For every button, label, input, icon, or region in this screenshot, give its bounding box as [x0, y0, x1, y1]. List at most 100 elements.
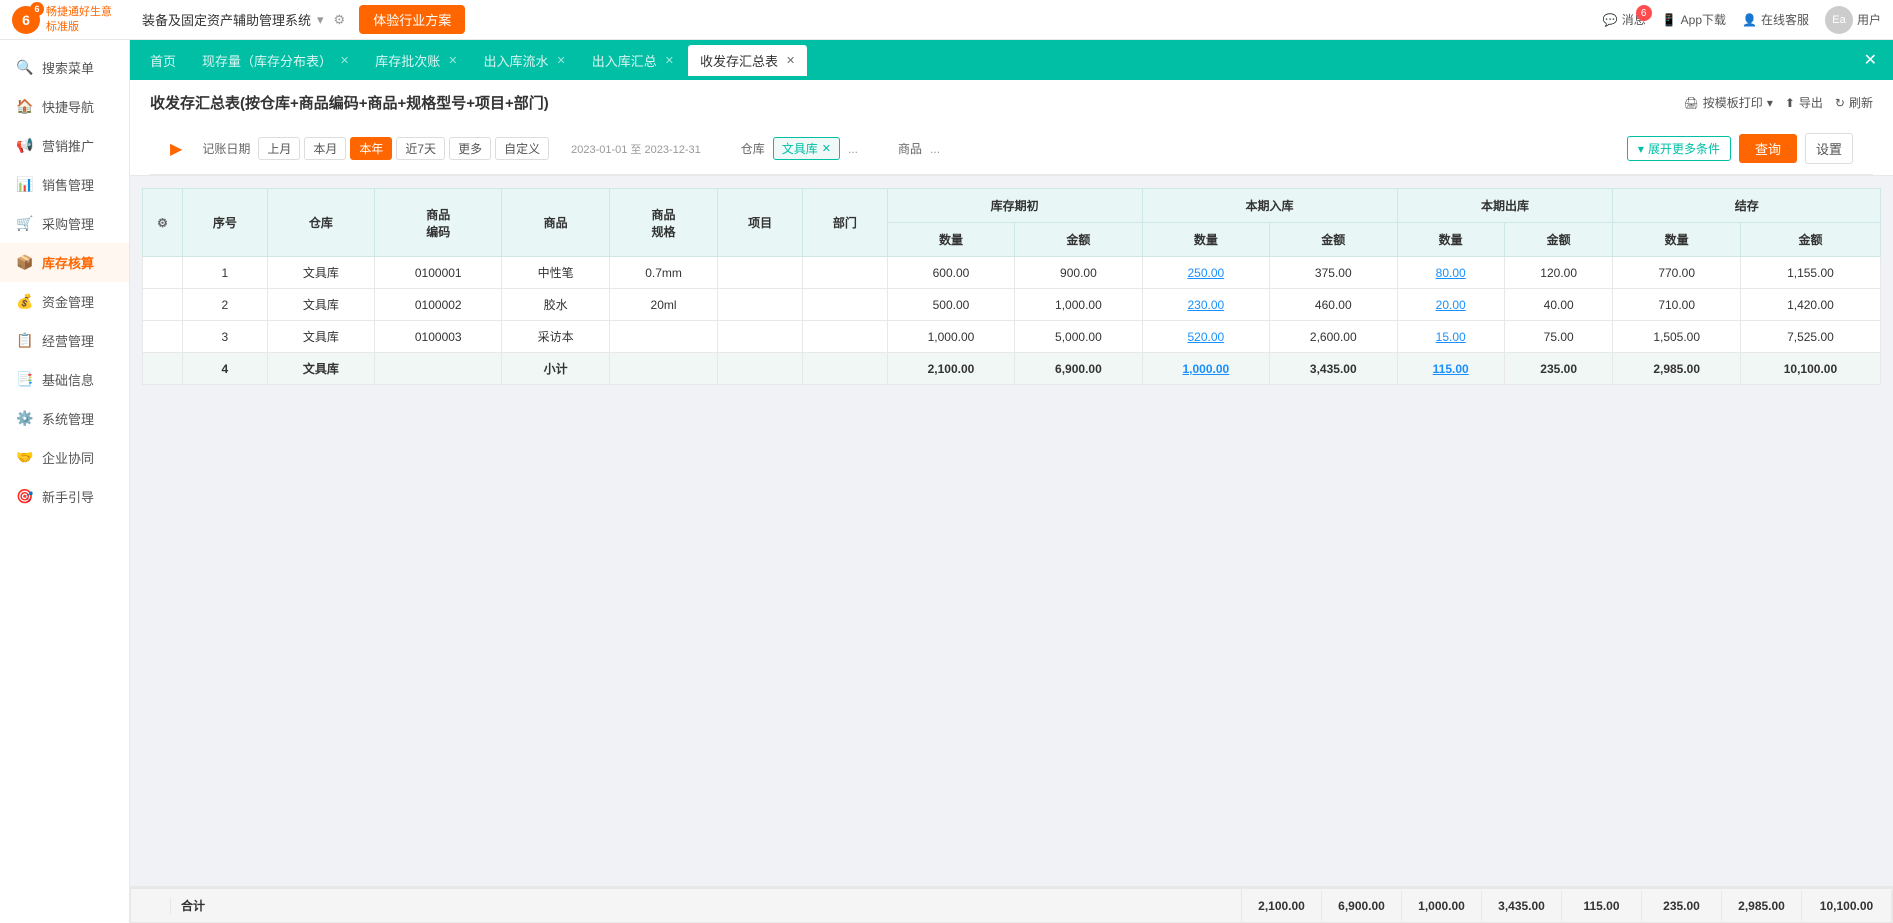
sidebar-item-search[interactable]: 🔍 搜索菜单 — [0, 48, 129, 87]
out-qty-link-1[interactable]: 80.00 — [1397, 257, 1504, 289]
table-row: 3 文具库 0100003 采访本 1,000.00 5,000.00 520.… — [143, 321, 1881, 353]
warehouse-filter-section: 仓库 文具库 ✕ ... — [741, 137, 858, 160]
sidebar-item-basic-info[interactable]: 📑 基础信息 — [0, 360, 129, 399]
tab-bar-close-btn[interactable]: ✕ — [1856, 46, 1885, 74]
out-qty-link-2[interactable]: 20.00 — [1397, 289, 1504, 321]
tab-close-inout-summary[interactable]: ✕ — [665, 54, 674, 67]
page-title: 收发存汇总表(按仓库+商品编码+商品+规格型号+项目+部门) — [150, 92, 549, 113]
in-qty-link-1[interactable]: 250.00 — [1142, 257, 1269, 289]
tab-home[interactable]: 首页 — [138, 45, 188, 76]
logo-badge: 6 — [30, 2, 44, 16]
goods-more-btn[interactable]: ... — [930, 142, 940, 156]
page-actions: 🖨 按模板打印 ▾ ⬆ 导出 ↻ 刷新 — [1684, 94, 1873, 111]
user-btn[interactable]: Ea 用户 — [1825, 6, 1881, 34]
col-setting-th[interactable]: ⚙ — [143, 189, 183, 257]
in-qty-link-3[interactable]: 520.00 — [1142, 321, 1269, 353]
col-out-qty-th: 数量 — [1397, 223, 1504, 257]
sidebar-item-marketing[interactable]: 📢 营销推广 — [0, 126, 129, 165]
page-content: 收发存汇总表(按仓库+商品编码+商品+规格型号+项目+部门) 🖨 按模板打印 ▾… — [130, 80, 1893, 923]
home-icon: 🏠 — [16, 98, 34, 116]
subtotal-out-qty[interactable]: 115.00 — [1397, 353, 1504, 385]
sidebar-item-purchase[interactable]: 🛒 采购管理 — [0, 204, 129, 243]
expand-conditions-btn[interactable]: ▾ 展开更多条件 — [1627, 136, 1731, 161]
sidebar-item-inventory[interactable]: 📦 库存核算 — [0, 243, 129, 282]
finance-icon: 💰 — [16, 293, 34, 311]
warehouse-tag-close[interactable]: ✕ — [822, 142, 831, 155]
col-open-amt-th: 金额 — [1015, 223, 1142, 257]
table-footer: 合计 2,100.00 6,900.00 1,000.00 3,435.00 1… — [130, 886, 1893, 923]
tab-close-batch-account[interactable]: ✕ — [448, 54, 457, 67]
tab-close-inventory-dist[interactable]: ✕ — [340, 54, 349, 67]
sidebar-item-enterprise[interactable]: 🤝 企业协同 — [0, 438, 129, 477]
date-btn-custom[interactable]: 自定义 — [495, 137, 549, 160]
col-code-th: 商品编码 — [375, 189, 502, 257]
query-button[interactable]: 查询 — [1739, 134, 1797, 163]
printer-icon: 🖨 — [1684, 96, 1699, 110]
page-title-row: 收发存汇总表(按仓库+商品编码+商品+规格型号+项目+部门) 🖨 按模板打印 ▾… — [150, 92, 1873, 113]
system-icon: ⚙️ — [16, 410, 34, 428]
col-open-qty-th: 数量 — [887, 223, 1014, 257]
refresh-btn[interactable]: ↻ 刷新 — [1835, 94, 1873, 111]
tab-close-collect-summary[interactable]: ✕ — [786, 54, 795, 67]
message-badge: 6 — [1636, 5, 1652, 21]
app-download-btn[interactable]: 📱 App下载 — [1662, 11, 1726, 28]
date-btn-more[interactable]: 更多 — [449, 137, 491, 160]
sidebar-item-operations[interactable]: 📋 经营管理 — [0, 321, 129, 360]
table-body: 1 文具库 0100001 中性笔 0.7mm 600.00 900.00 25… — [143, 257, 1881, 385]
tab-bar: 首页 现存量（库存分布表） ✕ 库存批次账 ✕ 出入库流水 ✕ 出入库汇总 ✕ … — [130, 40, 1893, 80]
warehouse-more-btn[interactable]: ... — [848, 142, 858, 156]
in-qty-link-2[interactable]: 230.00 — [1142, 289, 1269, 321]
tab-inout-flow[interactable]: 出入库流水 ✕ — [471, 45, 577, 76]
page-header: 收发存汇总表(按仓库+商品编码+商品+规格型号+项目+部门) 🖨 按模板打印 ▾… — [130, 80, 1893, 176]
subtotal-in-qty[interactable]: 1,000.00 — [1142, 353, 1269, 385]
header-right: 💬 消息 6 📱 App下载 👤 在线客服 Ea 用户 — [1603, 6, 1881, 34]
tab-batch-account[interactable]: 库存批次账 ✕ — [363, 45, 469, 76]
sidebar-item-finance[interactable]: 💰 资金管理 — [0, 282, 129, 321]
avatar: Ea — [1825, 6, 1853, 34]
col-opening-th: 库存期初 — [887, 189, 1142, 223]
sidebar-item-quick-nav[interactable]: 🏠 快捷导航 — [0, 87, 129, 126]
tab-close-inout-flow[interactable]: ✕ — [557, 54, 566, 67]
content-area: 首页 现存量（库存分布表） ✕ 库存批次账 ✕ 出入库流水 ✕ 出入库汇总 ✕ … — [130, 40, 1893, 923]
settings-button[interactable]: 设置 — [1805, 133, 1853, 164]
tab-collect-summary[interactable]: 收发存汇总表 ✕ — [688, 45, 807, 76]
sidebar: 🔍 搜索菜单 🏠 快捷导航 📢 营销推广 📊 销售管理 🛒 采购管理 📦 库存核… — [0, 40, 130, 923]
date-filter-label: 记账日期 — [202, 140, 250, 157]
table-header-row-1: ⚙ 序号 仓库 商品编码 商品 商品规格 项目 部门 库存期初 本期入库 本期出… — [143, 189, 1881, 223]
col-balance-th: 结存 — [1613, 189, 1881, 223]
date-filter-section: 记账日期 上月 本月 本年 近7天 更多 自定义 — [202, 137, 549, 160]
col-incoming-th: 本期入库 — [1142, 189, 1397, 223]
app-logo: 6 6 — [12, 6, 40, 34]
print-btn[interactable]: 🖨 按模板打印 ▾ — [1684, 94, 1773, 111]
tab-inventory-dist[interactable]: 现存量（库存分布表） ✕ — [190, 45, 361, 76]
footer-out-qty: 115.00 — [1562, 891, 1642, 921]
date-btn-last-month[interactable]: 上月 — [258, 137, 300, 160]
col-spec-th: 商品规格 — [609, 189, 718, 257]
trial-button[interactable]: 体验行业方案 — [359, 5, 465, 34]
filter-collapse-btn[interactable]: ▶ — [170, 139, 182, 159]
date-btn-this-month[interactable]: 本月 — [304, 137, 346, 160]
col-in-amt-th: 金额 — [1270, 223, 1397, 257]
inventory-icon: 📦 — [16, 254, 34, 272]
out-qty-link-3[interactable]: 15.00 — [1397, 321, 1504, 353]
sidebar-item-newbie[interactable]: 🎯 新手引导 — [0, 477, 129, 516]
settings-icon[interactable]: ⚙ — [334, 12, 346, 28]
title-dropdown-icon[interactable]: ▾ — [317, 12, 324, 28]
sidebar-item-sales[interactable]: 📊 销售管理 — [0, 165, 129, 204]
tab-inout-summary[interactable]: 出入库汇总 ✕ — [580, 45, 686, 76]
footer-in-qty: 1,000.00 — [1402, 891, 1482, 921]
export-btn[interactable]: ⬆ 导出 — [1785, 94, 1823, 111]
col-no-th: 序号 — [183, 189, 268, 257]
col-settings-icon[interactable]: ⚙ — [157, 216, 168, 230]
message-btn[interactable]: 💬 消息 6 — [1603, 11, 1646, 28]
footer-bal-amt: 10,100.00 — [1802, 891, 1892, 921]
date-btn-7days[interactable]: 近7天 — [396, 137, 445, 160]
col-bal-amt-th: 金额 — [1740, 223, 1880, 257]
purchase-icon: 🛒 — [16, 215, 34, 233]
footer-out-amt: 235.00 — [1642, 891, 1722, 921]
warehouse-tag[interactable]: 文具库 ✕ — [773, 137, 840, 160]
logo-area: 6 6 畅捷通好生意 标准版 — [12, 5, 142, 34]
online-service-btn[interactable]: 👤 在线客服 — [1742, 11, 1809, 28]
date-btn-this-year[interactable]: 本年 — [350, 137, 392, 160]
sidebar-item-system[interactable]: ⚙️ 系统管理 — [0, 399, 129, 438]
